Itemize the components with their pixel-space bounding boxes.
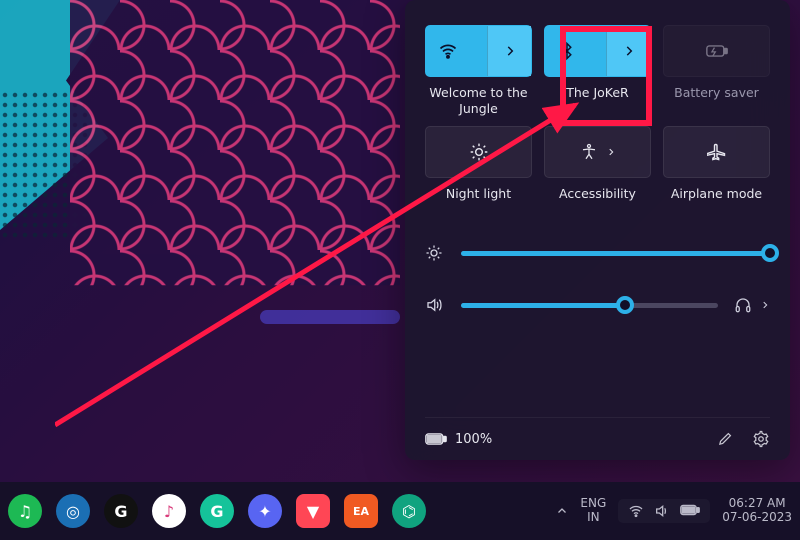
night-light-toggle[interactable] [425, 126, 532, 178]
taskbar-app-itunes[interactable]: ♪ [152, 494, 186, 528]
volume-icon [425, 296, 445, 314]
night-light-icon [469, 142, 489, 162]
volume-icon [654, 503, 670, 519]
audio-output-button[interactable] [734, 296, 770, 314]
taskbar: ♫ ◎ G ♪ G ✦ ▼ EA ⌬ ENG IN 06:27 AM 07-06-2023 [0, 482, 800, 540]
volume-slider[interactable] [461, 303, 718, 308]
night-light-label: Night light [446, 186, 511, 216]
panel-footer: 100% [425, 417, 770, 448]
tile-wifi: Welcome to the Jungle [425, 25, 532, 116]
headphones-icon [734, 296, 752, 314]
language-bottom: IN [587, 511, 600, 525]
wifi-icon [628, 503, 644, 519]
brightness-row [425, 244, 770, 262]
tile-night-light: Night light [425, 126, 532, 216]
language-top: ENG [580, 497, 606, 511]
battery-saver-label: Battery saver [674, 85, 759, 115]
airplane-toggle[interactable] [663, 126, 770, 178]
chevron-right-icon [760, 300, 770, 310]
taskbar-pinned-apps: ♫ ◎ G ♪ G ✦ ▼ EA ⌬ [8, 494, 426, 528]
wifi-toggle[interactable] [425, 25, 532, 77]
accessibility-label: Accessibility [559, 186, 636, 216]
gear-icon [752, 430, 770, 448]
chevron-up-icon [556, 505, 568, 517]
taskbar-app-logitech[interactable]: G [104, 494, 138, 528]
taskbar-app-ea[interactable]: EA [344, 494, 378, 528]
tile-battery-saver: Battery saver [663, 25, 770, 116]
battery-percent: 100% [455, 432, 492, 447]
tile-airplane: Airplane mode [663, 126, 770, 216]
wifi-icon[interactable] [426, 26, 469, 76]
accessibility-toggle[interactable] [544, 126, 651, 178]
tray-overflow-button[interactable] [556, 505, 568, 517]
battery-saver-icon [706, 43, 728, 59]
airplane-label: Airplane mode [671, 186, 762, 216]
clock-button[interactable]: 06:27 AM 07-06-2023 [722, 497, 792, 525]
airplane-icon [707, 142, 727, 162]
annotation-highlight-box [560, 26, 652, 126]
accessibility-icon [580, 142, 616, 162]
clock-time: 06:27 AM [729, 497, 786, 511]
taskbar-app-spotify[interactable]: ♫ [8, 494, 42, 528]
brightness-icon [425, 244, 445, 262]
pencil-icon [717, 430, 734, 447]
battery-status[interactable]: 100% [425, 432, 492, 447]
settings-button[interactable] [752, 430, 770, 448]
taskbar-app-valorant[interactable]: ▼ [296, 494, 330, 528]
wallpaper-pattern [70, 0, 400, 310]
taskbar-app-edge[interactable]: ◎ [56, 494, 90, 528]
sliders-group [425, 244, 770, 314]
brightness-slider[interactable] [461, 251, 770, 256]
battery-icon [680, 503, 700, 517]
taskbar-app-grammarly[interactable]: G [200, 494, 234, 528]
battery-saver-toggle[interactable] [663, 25, 770, 77]
taskbar-app-chatgpt[interactable]: ⌬ [392, 494, 426, 528]
network-volume-battery-button[interactable] [618, 499, 710, 523]
clock-date: 07-06-2023 [722, 511, 792, 525]
tile-accessibility: Accessibility [544, 126, 651, 216]
edit-quick-settings-button[interactable] [717, 430, 734, 448]
wifi-expand[interactable] [487, 26, 531, 76]
language-switcher[interactable]: ENG IN [580, 497, 606, 525]
volume-row [425, 296, 770, 314]
battery-icon [425, 432, 447, 446]
wallpaper-bar [260, 310, 400, 324]
wifi-label: Welcome to the Jungle [425, 85, 532, 116]
taskbar-app-discord[interactable]: ✦ [248, 494, 282, 528]
system-tray-area: ENG IN 06:27 AM 07-06-2023 [556, 497, 792, 525]
